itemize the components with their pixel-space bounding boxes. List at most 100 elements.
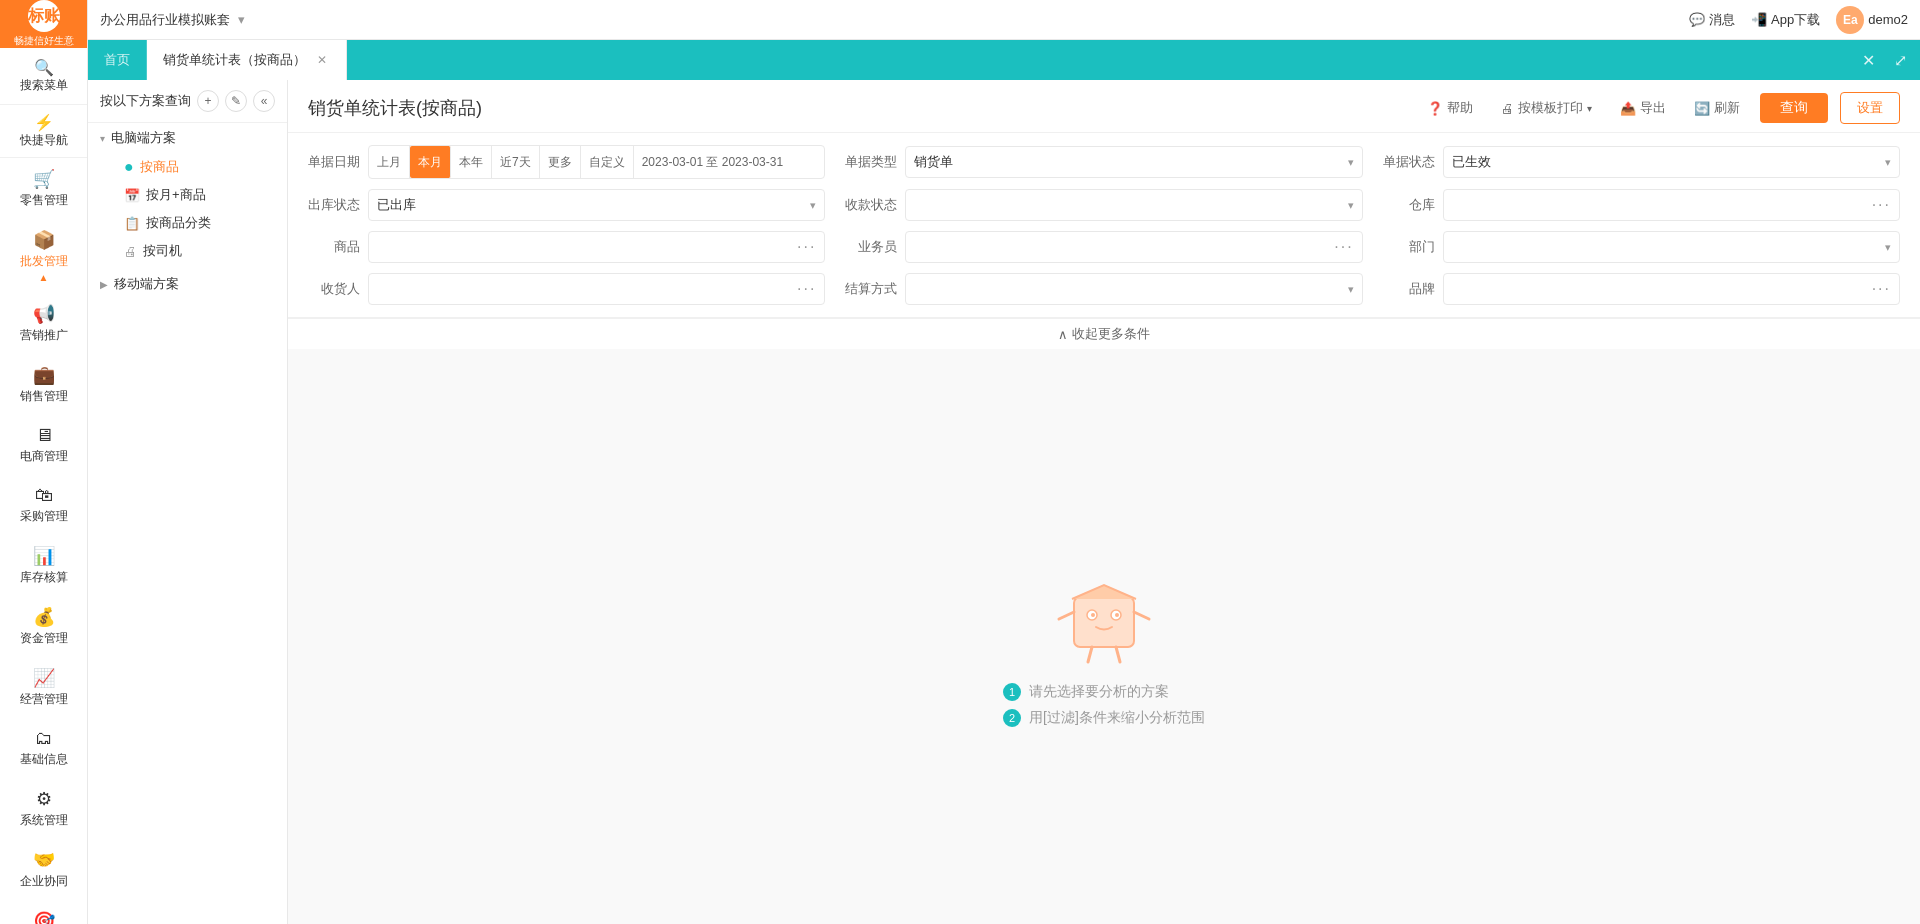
- settlement-select[interactable]: ▾: [905, 273, 1362, 305]
- date-tab-7days[interactable]: 近7天: [492, 146, 540, 178]
- tree-item-by-month-product[interactable]: 📅 按月+商品: [112, 181, 287, 209]
- product-label: 商品: [308, 238, 360, 256]
- sidebar-item-finance[interactable]: 💰 资金管理: [0, 596, 87, 657]
- product-select[interactable]: ···: [368, 231, 825, 263]
- collapse-more-btn[interactable]: ∧ 收起更多条件: [1058, 325, 1150, 343]
- query-btn[interactable]: 查询: [1760, 93, 1828, 123]
- export-btn[interactable]: 📤 导出: [1612, 95, 1674, 121]
- tree-item-by-product[interactable]: ● 按商品: [112, 153, 287, 181]
- by-month-product-label: 按月+商品: [146, 186, 206, 204]
- salesman-select[interactable]: ···: [905, 231, 1362, 263]
- help-btn[interactable]: ❓ 帮助: [1419, 95, 1481, 121]
- sidebar-item-operation[interactable]: 📈 经营管理: [0, 657, 87, 718]
- filter-date-item: 单据日期 上月 本月 本年 近7天 更多 自定义 2023-03-01 至 20…: [308, 145, 825, 179]
- mobile-scheme-group: ▶ 移动端方案: [88, 269, 287, 299]
- date-tab-this-month[interactable]: 本月: [410, 146, 451, 178]
- export-icon: 📤: [1620, 101, 1636, 116]
- brand-dots-icon: ···: [1872, 280, 1891, 298]
- doc-status-select[interactable]: 已生效 ▾: [1443, 146, 1900, 178]
- sidebar-item-retail[interactable]: 🛒 零售管理: [0, 158, 87, 219]
- sidebar-item-basic[interactable]: 🗂 基础信息: [0, 718, 87, 778]
- sidebar-quick-nav[interactable]: ⚡ 快捷导航: [0, 105, 87, 158]
- warehouse-select[interactable]: ···: [1443, 189, 1900, 221]
- filter-out-status-item: 出库状态 已出库 ▾: [308, 189, 825, 221]
- tree-item-pc[interactable]: ▾ 电脑端方案: [88, 123, 287, 153]
- warehouse-label: 仓库: [1383, 196, 1435, 214]
- tab-home[interactable]: 首页: [88, 40, 147, 80]
- by-printer-label: 按司机: [143, 242, 182, 260]
- tip-num-2: 2: [1003, 709, 1021, 727]
- svg-line-6: [1134, 612, 1149, 619]
- doc-type-select[interactable]: 销货单 ▾: [905, 146, 1362, 178]
- empty-tip-2: 2 用[过滤]条件来缩小分析范围: [1003, 709, 1205, 727]
- filter-salesman-item: 业务员 ···: [845, 231, 1362, 263]
- avatar: Ea: [1836, 6, 1864, 34]
- consignee-select[interactable]: ···: [368, 273, 825, 305]
- topbar-left: 办公用品行业模拟账套 ▾: [100, 11, 245, 29]
- mobile-label: 移动端方案: [114, 275, 179, 293]
- user-profile-btn[interactable]: Ea demo2: [1836, 6, 1908, 34]
- sidebar-item-purchase[interactable]: 🛍 采购管理: [0, 475, 87, 535]
- sidebar-item-sales[interactable]: 💼 销售管理: [0, 354, 87, 415]
- date-tab-this-year[interactable]: 本年: [451, 146, 492, 178]
- left-panel-header: 按以下方案查询 + ✎ «: [88, 80, 287, 123]
- doc-status-chevron-icon: ▾: [1885, 156, 1891, 169]
- filter-product-item: 商品 ···: [308, 231, 825, 263]
- sidebar-search[interactable]: 🔍 搜索菜单: [0, 48, 87, 105]
- sidebar-item-wholesale[interactable]: 📦 批发管理 ▲: [0, 219, 87, 293]
- industry-dropdown-icon[interactable]: ▾: [238, 12, 245, 27]
- collapse-panel-btn[interactable]: «: [253, 90, 275, 112]
- mobile-arrow-icon: ▶: [100, 279, 108, 290]
- empty-tips: 1 请先选择要分析的方案 2 用[过滤]条件来缩小分析范围: [1003, 683, 1205, 727]
- main-area: 办公用品行业模拟账套 ▾ 💬 消息 📲 App下载 Ea demo2 首页 销货…: [88, 0, 1920, 924]
- tree-item-mobile[interactable]: ▶ 移动端方案: [88, 269, 287, 299]
- corp-icon: 🤝: [33, 849, 55, 871]
- salesman-label: 业务员: [845, 238, 897, 256]
- tab-expand-btn[interactable]: ⤢: [1888, 48, 1912, 72]
- date-range-value[interactable]: 2023-03-01 至 2023-03-31: [634, 146, 825, 178]
- out-status-select[interactable]: 已出库 ▾: [368, 189, 825, 221]
- date-tab-last-month[interactable]: 上月: [369, 146, 410, 178]
- marketing-icon: 📢: [33, 303, 55, 325]
- app-download-btn[interactable]: 📲 App下载: [1751, 11, 1820, 29]
- brand-select[interactable]: ···: [1443, 273, 1900, 305]
- app-logo[interactable]: 标账 畅捷信好生意: [0, 0, 88, 48]
- settings-btn[interactable]: 设置: [1840, 92, 1900, 124]
- svg-point-4: [1115, 613, 1119, 617]
- left-panel: 按以下方案查询 + ✎ « ▾ 电脑端方案 ● 按商品: [88, 80, 288, 924]
- tree-item-by-product-category[interactable]: 📋 按商品分类: [112, 209, 287, 237]
- page-header: 销货单统计表(按商品) ❓ 帮助 🖨 按模板打印 ▾ 📤 导出: [288, 80, 1920, 133]
- sales-icon: 💼: [33, 364, 55, 386]
- tab-close-window-btn[interactable]: ✕: [1856, 48, 1880, 72]
- date-label: 单据日期: [308, 153, 360, 171]
- date-tab-more[interactable]: 更多: [540, 146, 581, 178]
- sidebar-item-inventory[interactable]: 📊 库存核算: [0, 535, 87, 596]
- filter-dept-item: 部门 ▾: [1383, 231, 1900, 263]
- collapse-up-icon: ∧: [1058, 327, 1068, 342]
- message-btn[interactable]: 💬 消息: [1689, 11, 1735, 29]
- date-picker[interactable]: 上月 本月 本年 近7天 更多 自定义 2023-03-01 至 2023-03…: [368, 145, 825, 179]
- sidebar-item-marketing[interactable]: 📢 营销推广: [0, 293, 87, 354]
- app-download-icon: 📲: [1751, 12, 1767, 27]
- tab-close-btn[interactable]: ✕: [314, 52, 330, 68]
- print-template-btn[interactable]: 🖨 按模板打印 ▾: [1493, 95, 1600, 121]
- tree-item-by-printer[interactable]: 🖨 按司机: [112, 237, 287, 265]
- dept-select[interactable]: ▾: [1443, 231, 1900, 263]
- filter-warehouse-item: 仓库 ···: [1383, 189, 1900, 221]
- sidebar-item-corp[interactable]: 🤝 企业协同: [0, 839, 87, 900]
- add-scheme-btn[interactable]: +: [197, 90, 219, 112]
- filter-settlement-item: 结算方式 ▾: [845, 273, 1362, 305]
- refresh-btn[interactable]: 🔄 刷新: [1686, 95, 1748, 121]
- sidebar: 标账 畅捷信好生意 🔍 搜索菜单 ⚡ 快捷导航 🛒 零售管理 📦 批发管理 ▲ …: [0, 0, 88, 924]
- sidebar-item-guide[interactable]: 🎯 新手引导: [0, 900, 87, 924]
- print-dropdown-icon: ▾: [1587, 103, 1592, 114]
- date-tab-custom[interactable]: 自定义: [581, 146, 633, 178]
- edit-scheme-btn[interactable]: ✎: [225, 90, 247, 112]
- sidebar-item-system[interactable]: ⚙ 系统管理: [0, 778, 87, 839]
- receipt-status-select[interactable]: ▾: [905, 189, 1362, 221]
- right-panel: 销货单统计表(按商品) ❓ 帮助 🖨 按模板打印 ▾ 📤 导出: [288, 80, 1920, 924]
- topbar-right: 💬 消息 📲 App下载 Ea demo2: [1689, 6, 1908, 34]
- out-status-label: 出库状态: [308, 196, 360, 214]
- tab-sales-stat[interactable]: 销货单统计表（按商品） ✕: [147, 40, 347, 80]
- sidebar-item-ecom[interactable]: 🖥 电商管理: [0, 415, 87, 475]
